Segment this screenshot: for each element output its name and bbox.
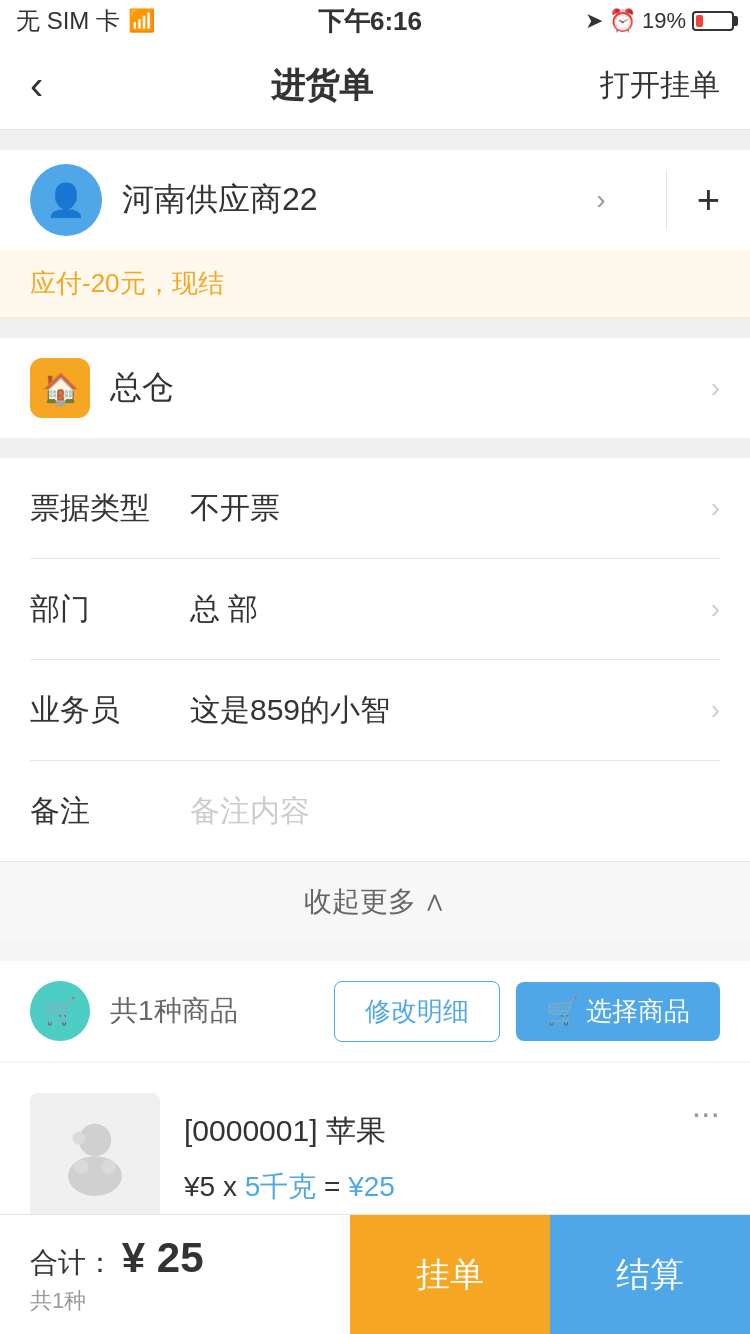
- dept-row[interactable]: 部门 总 部 ›: [0, 559, 750, 659]
- sales-value: 这是859的小智: [170, 690, 711, 731]
- open-hang-button[interactable]: 打开挂单: [600, 65, 720, 106]
- total-label: 合计：: [30, 1247, 114, 1278]
- total-section: 合计： ¥ 25 共1种: [0, 1234, 350, 1316]
- supplier-section[interactable]: 👤 河南供应商22 › +: [0, 150, 750, 250]
- products-icon: 🛒: [30, 981, 90, 1041]
- bottom-bar: 合计： ¥ 25 共1种 挂单 结算: [0, 1214, 750, 1334]
- notice-bar: 应付-20元，现结: [0, 250, 750, 318]
- battery-percent: 19%: [642, 8, 686, 34]
- cart-icon: 🛒: [44, 996, 76, 1027]
- product-name: [0000001] 苹果: [184, 1111, 692, 1152]
- invoice-row[interactable]: 票据类型 不开票 ›: [0, 458, 750, 558]
- warehouse-icon: 🏠: [30, 358, 90, 418]
- notice-text: 应付-20元，现结: [30, 268, 224, 298]
- remark-label: 备注: [30, 791, 170, 832]
- status-time: 下午6:16: [318, 4, 422, 39]
- warehouse-arrow-icon: ›: [711, 372, 720, 404]
- page-title: 进货单: [271, 63, 373, 109]
- battery-fill: [696, 15, 703, 27]
- supplier-arrow-icon: ›: [596, 184, 605, 216]
- divider-1: [0, 130, 750, 150]
- dept-arrow-icon: ›: [711, 593, 720, 625]
- sales-arrow-icon: ›: [711, 694, 720, 726]
- product-thumbnail: [30, 1093, 160, 1223]
- price-unit: ¥5: [184, 1171, 215, 1202]
- svg-point-2: [68, 1156, 122, 1196]
- svg-point-4: [101, 1160, 115, 1174]
- settle-button[interactable]: 结算: [550, 1215, 750, 1335]
- sales-row[interactable]: 业务员 这是859的小智 ›: [0, 660, 750, 760]
- add-supplier-button[interactable]: +: [697, 178, 720, 223]
- collapse-label: 收起更多 ∧: [304, 883, 447, 921]
- select-product-button[interactable]: 🛒 选择商品: [516, 982, 720, 1041]
- wifi-icon: 📶: [128, 8, 155, 34]
- product-price: ¥5 x 5千克 = ¥25: [184, 1168, 692, 1206]
- product-thumb-icon: [50, 1113, 140, 1203]
- invoice-arrow-icon: ›: [711, 492, 720, 524]
- warehouse-section[interactable]: 🏠 总仓 ›: [0, 338, 750, 438]
- total-row: 合计： ¥ 25: [30, 1234, 320, 1282]
- status-left: 无 SIM 卡 📶: [16, 5, 155, 37]
- quantity: 5千克: [245, 1171, 317, 1202]
- edit-detail-button[interactable]: 修改明细: [334, 981, 500, 1042]
- back-button[interactable]: ‹: [30, 63, 43, 108]
- invoice-label: 票据类型: [30, 488, 170, 529]
- status-bar: 无 SIM 卡 📶 下午6:16 ➤ ⏰ 19%: [0, 0, 750, 42]
- nav-bar: ‹ 进货单 打开挂单: [0, 42, 750, 130]
- multiply-sign: x: [223, 1171, 237, 1202]
- supplier-name: 河南供应商22: [122, 178, 596, 222]
- product-title: 苹果: [326, 1114, 386, 1147]
- svg-point-1: [73, 1132, 86, 1145]
- products-count: 共1种商品: [110, 992, 334, 1030]
- products-header: 🛒 共1种商品 修改明细 🛒 选择商品: [0, 961, 750, 1061]
- divider-3: [0, 438, 750, 458]
- supplier-avatar: 👤: [30, 164, 102, 236]
- divider-2: [0, 318, 750, 338]
- svg-point-3: [74, 1160, 88, 1174]
- invoice-value: 不开票: [170, 488, 711, 529]
- sales-label: 业务员: [30, 690, 170, 731]
- warehouse-symbol: 🏠: [42, 371, 79, 406]
- location-icon: ➤: [585, 8, 603, 34]
- select-cart-icon: 🛒: [546, 996, 578, 1027]
- total-amount: ¥ 25: [122, 1234, 204, 1281]
- product-info: [0000001] 苹果 ¥5 x 5千克 = ¥25: [184, 1111, 692, 1206]
- status-right: ➤ ⏰ 19%: [585, 8, 734, 34]
- remark-input[interactable]: 备注内容: [170, 791, 720, 832]
- warehouse-name: 总仓: [110, 366, 711, 410]
- carrier-label: 无 SIM 卡: [16, 5, 120, 37]
- form-section: 票据类型 不开票 › 部门 总 部 › 业务员 这是859的小智 › 备注 备注…: [0, 458, 750, 861]
- equals-sign: =: [324, 1171, 340, 1202]
- price-total: ¥25: [348, 1171, 395, 1202]
- supplier-divider: [666, 170, 667, 230]
- hang-button[interactable]: 挂单: [350, 1215, 550, 1335]
- product-code: [0000001]: [184, 1114, 317, 1147]
- collapse-bar[interactable]: 收起更多 ∧: [0, 861, 750, 941]
- product-menu-button[interactable]: ···: [692, 1093, 720, 1132]
- avatar-icon: 👤: [46, 181, 86, 219]
- total-count: 共1种: [30, 1286, 320, 1316]
- battery-icon: [692, 11, 734, 31]
- select-product-label: 选择商品: [586, 994, 690, 1029]
- alarm-icon: ⏰: [609, 8, 636, 34]
- dept-label: 部门: [30, 589, 170, 630]
- remark-row[interactable]: 备注 备注内容: [0, 761, 750, 861]
- dept-value: 总 部: [170, 589, 711, 630]
